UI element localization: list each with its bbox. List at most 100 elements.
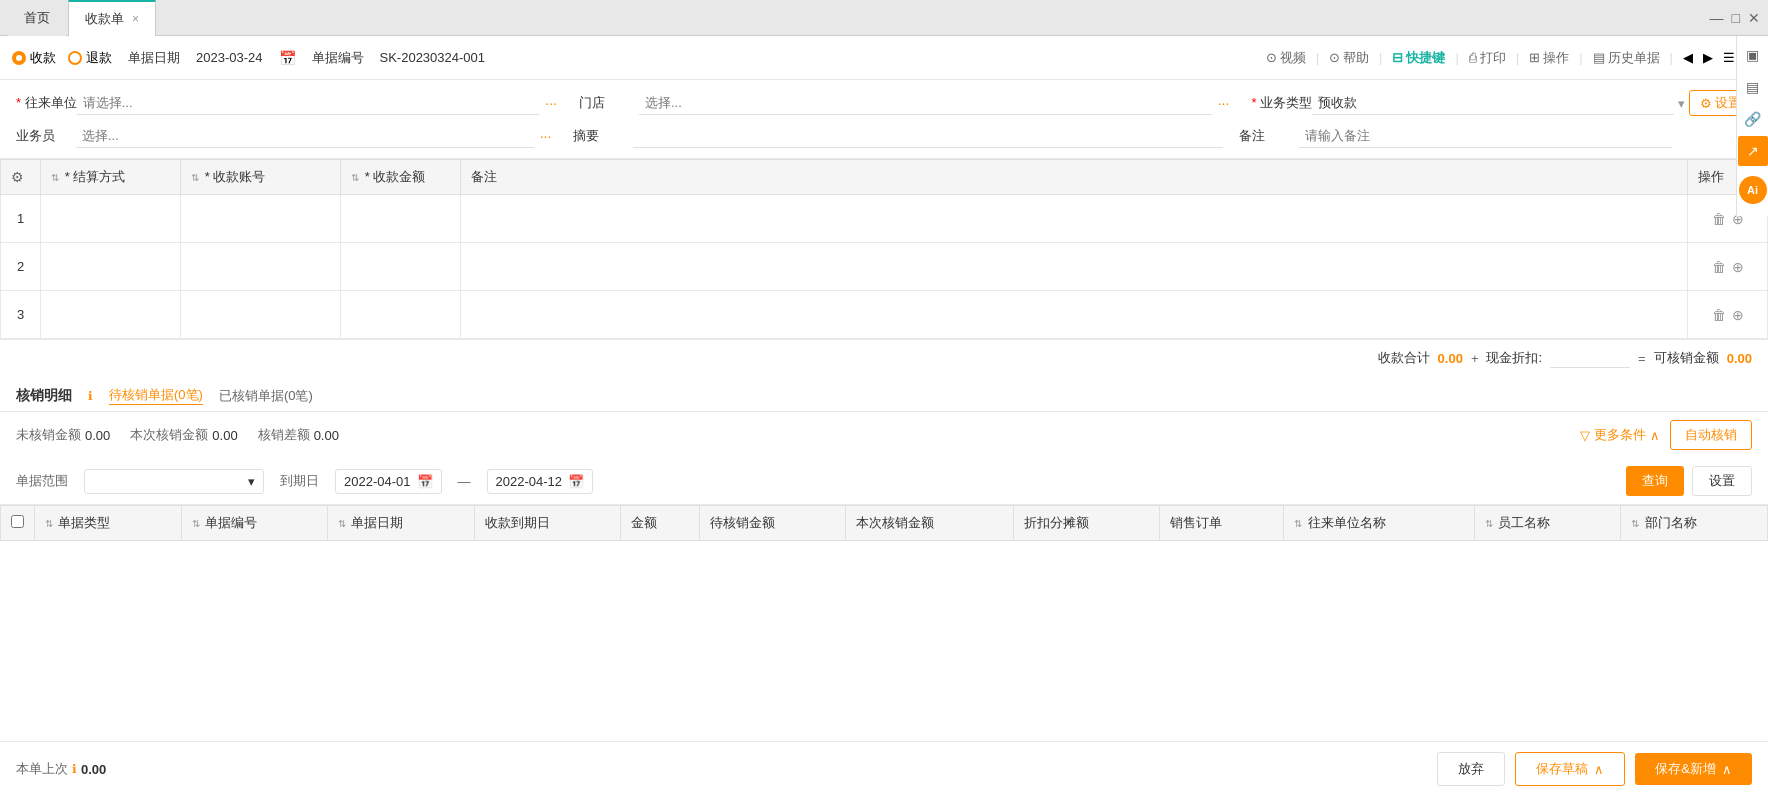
shortcut-icon: ⊟ [1392, 50, 1403, 65]
tab-close-icon[interactable]: × [132, 12, 139, 26]
query-btn[interactable]: 查询 [1626, 466, 1684, 496]
tab-receipt[interactable]: 收款单 × [68, 0, 156, 36]
main-content: 收款 退款 单据日期 2023-03-24 📅 单据编号 SK-20230324… [0, 36, 1768, 796]
shortcut-btn[interactable]: ⊟ 快捷键 [1392, 49, 1445, 67]
row3-delete-icon[interactable]: 🗑 [1712, 307, 1726, 323]
table-row: 3 🗑 ⊕ [1, 291, 1768, 339]
table-row: 2 🗑 ⊕ [1, 243, 1768, 291]
range-select[interactable]: ▾ [84, 469, 264, 494]
row2-copy-icon[interactable]: ⊕ [1732, 259, 1744, 275]
help-btn[interactable]: ⊙ 帮助 [1329, 49, 1369, 67]
chevron-up-icon: ∧ [1650, 428, 1660, 443]
select-all-checkbox[interactable] [11, 515, 24, 528]
draft-btn[interactable]: 保存草稿 ∧ [1515, 752, 1625, 786]
nav-left-icon[interactable]: ◀ [1683, 50, 1693, 65]
filter-settings-btn[interactable]: 设置 [1692, 466, 1752, 496]
col-sales-order-header: 销售订单 [1160, 506, 1284, 541]
verification-table: ⇅ 单据类型 ⇅ 单据编号 ⇅ 单据日期 收款到期日 金 [0, 505, 1768, 541]
bottom-stat-value: 0.00 [81, 762, 106, 777]
counterpart-input[interactable] [77, 91, 540, 115]
radio-refund-indicator [68, 51, 82, 65]
toolbar-right: ⊙ 视频 | ⊙ 帮助 | ⊟ 快捷键 | ⎙ 打印 | ⊞ 操作 | [1266, 49, 1756, 67]
date-value[interactable]: 2023-03-24 [196, 50, 263, 65]
sidebar-icon-4[interactable]: ↗ [1738, 136, 1768, 166]
tab-home[interactable]: 首页 [8, 0, 66, 36]
verification-title: 核销明细 [16, 387, 72, 405]
counterpart-group: 往来单位 ··· [16, 91, 563, 115]
business-type-label: 业务类型 [1251, 94, 1312, 112]
form-row-1: 往来单位 ··· 门店 ··· 业务类型 ▾ ⚙ 设置 [16, 90, 1752, 116]
tab-bar: 首页 收款单 × — □ ✕ [0, 0, 1768, 36]
business-type-input[interactable] [1312, 91, 1674, 115]
table-gear-icon[interactable]: ⚙ [11, 169, 24, 185]
date-from-input[interactable]: 2022-04-01 📅 [335, 469, 442, 494]
business-type-chevron[interactable]: ▾ [1674, 96, 1689, 111]
due-date-label: 到期日 [280, 472, 319, 490]
radio-refund[interactable]: 退款 [68, 49, 112, 67]
sales-label: 业务员 [16, 127, 76, 145]
bottom-stat-info-icon[interactable]: ℹ [72, 762, 77, 776]
date-to-value: 2022-04-12 [496, 474, 563, 489]
sales-more-icon[interactable]: ··· [534, 128, 558, 144]
close-icon[interactable]: ✕ [1748, 10, 1760, 26]
notes-input[interactable] [1299, 124, 1672, 148]
save-btn[interactable]: 保存&新增 ∧ [1635, 753, 1752, 785]
minimize-icon[interactable]: — [1710, 10, 1724, 26]
radio-receipt-label: 收款 [30, 49, 56, 67]
counterpart-more-icon[interactable]: ··· [539, 95, 563, 111]
radio-refund-label: 退款 [86, 49, 112, 67]
history-btn[interactable]: ▤ 历史单据 [1593, 49, 1660, 67]
video-icon: ⊙ [1266, 50, 1277, 65]
form-row-2: 业务员 ··· 摘要 备注 [16, 124, 1752, 148]
col-number-header: ⇅ 单据编号 [181, 506, 328, 541]
sidebar-icon-2[interactable]: ▤ [1738, 72, 1768, 102]
sales-input[interactable] [76, 124, 534, 148]
ai-badge[interactable]: Ai [1739, 176, 1767, 204]
save-chevron-icon: ∧ [1722, 762, 1732, 777]
sidebar-icon-3[interactable]: 🔗 [1738, 104, 1768, 134]
form-section: 往来单位 ··· 门店 ··· 业务类型 ▾ ⚙ 设置 业 [0, 80, 1768, 159]
sidebar-icon-1[interactable]: ▣ [1738, 40, 1768, 70]
radio-receipt[interactable]: 收款 [12, 49, 56, 67]
history-icon: ▤ [1593, 50, 1605, 65]
tab-pending[interactable]: 待核销单据(0笔) [109, 386, 203, 405]
diff-value: 0.00 [314, 428, 339, 443]
video-btn[interactable]: ⊙ 视频 [1266, 49, 1306, 67]
operation-btn[interactable]: ⊞ 操作 [1529, 49, 1569, 67]
date-to-input[interactable]: 2022-04-12 📅 [487, 469, 594, 494]
auto-verify-btn[interactable]: 自动核销 [1670, 420, 1752, 450]
tab-done[interactable]: 已核销单据(0笔) [219, 387, 313, 405]
grid-icon[interactable]: ☰ [1723, 50, 1735, 65]
more-filter-btn[interactable]: ▽ 更多条件 ∧ [1580, 426, 1660, 444]
number-value[interactable]: SK-20230324-001 [380, 50, 486, 65]
this-verify-label: 本次核销金额 [130, 426, 208, 444]
col-note-header: 备注 [461, 160, 1688, 195]
row3-copy-icon[interactable]: ⊕ [1732, 307, 1744, 323]
verification-info-icon[interactable]: ℹ [88, 389, 93, 403]
maximize-icon[interactable]: □ [1732, 10, 1740, 26]
store-label: 门店 [579, 94, 639, 112]
summary-group: 摘要 [573, 124, 1223, 148]
store-more-icon[interactable]: ··· [1212, 95, 1236, 111]
row2-delete-icon[interactable]: 🗑 [1712, 259, 1726, 275]
calendar-icon[interactable]: 📅 [279, 50, 296, 66]
col-account-header: ⇅ * 收款账号 [181, 160, 341, 195]
col-date-header: ⇅ 单据日期 [328, 506, 475, 541]
total-label: 收款合计 [1378, 349, 1430, 367]
abandon-btn[interactable]: 放弃 [1437, 752, 1505, 786]
date-sep: — [458, 474, 471, 489]
col-counterpart-header: ⇅ 往来单位名称 [1284, 506, 1475, 541]
store-input[interactable] [639, 91, 1212, 115]
discount-label: 现金折扣: [1486, 349, 1542, 367]
settings-gear-icon: ⚙ [1700, 96, 1712, 111]
nav-right-icon[interactable]: ▶ [1703, 50, 1713, 65]
discount-input[interactable] [1550, 348, 1630, 368]
equals-symbol: = [1638, 351, 1646, 366]
print-btn[interactable]: ⎙ 打印 [1469, 49, 1506, 67]
bottom-bar-right: 放弃 保存草稿 ∧ 保存&新增 ∧ [1437, 752, 1752, 786]
calendar-from-icon: 📅 [417, 474, 433, 489]
row1-delete-icon[interactable]: 🗑 [1712, 211, 1726, 227]
calendar-to-icon: 📅 [568, 474, 584, 489]
summary-input[interactable] [633, 124, 1223, 148]
diff-label: 核销差额 [258, 426, 310, 444]
